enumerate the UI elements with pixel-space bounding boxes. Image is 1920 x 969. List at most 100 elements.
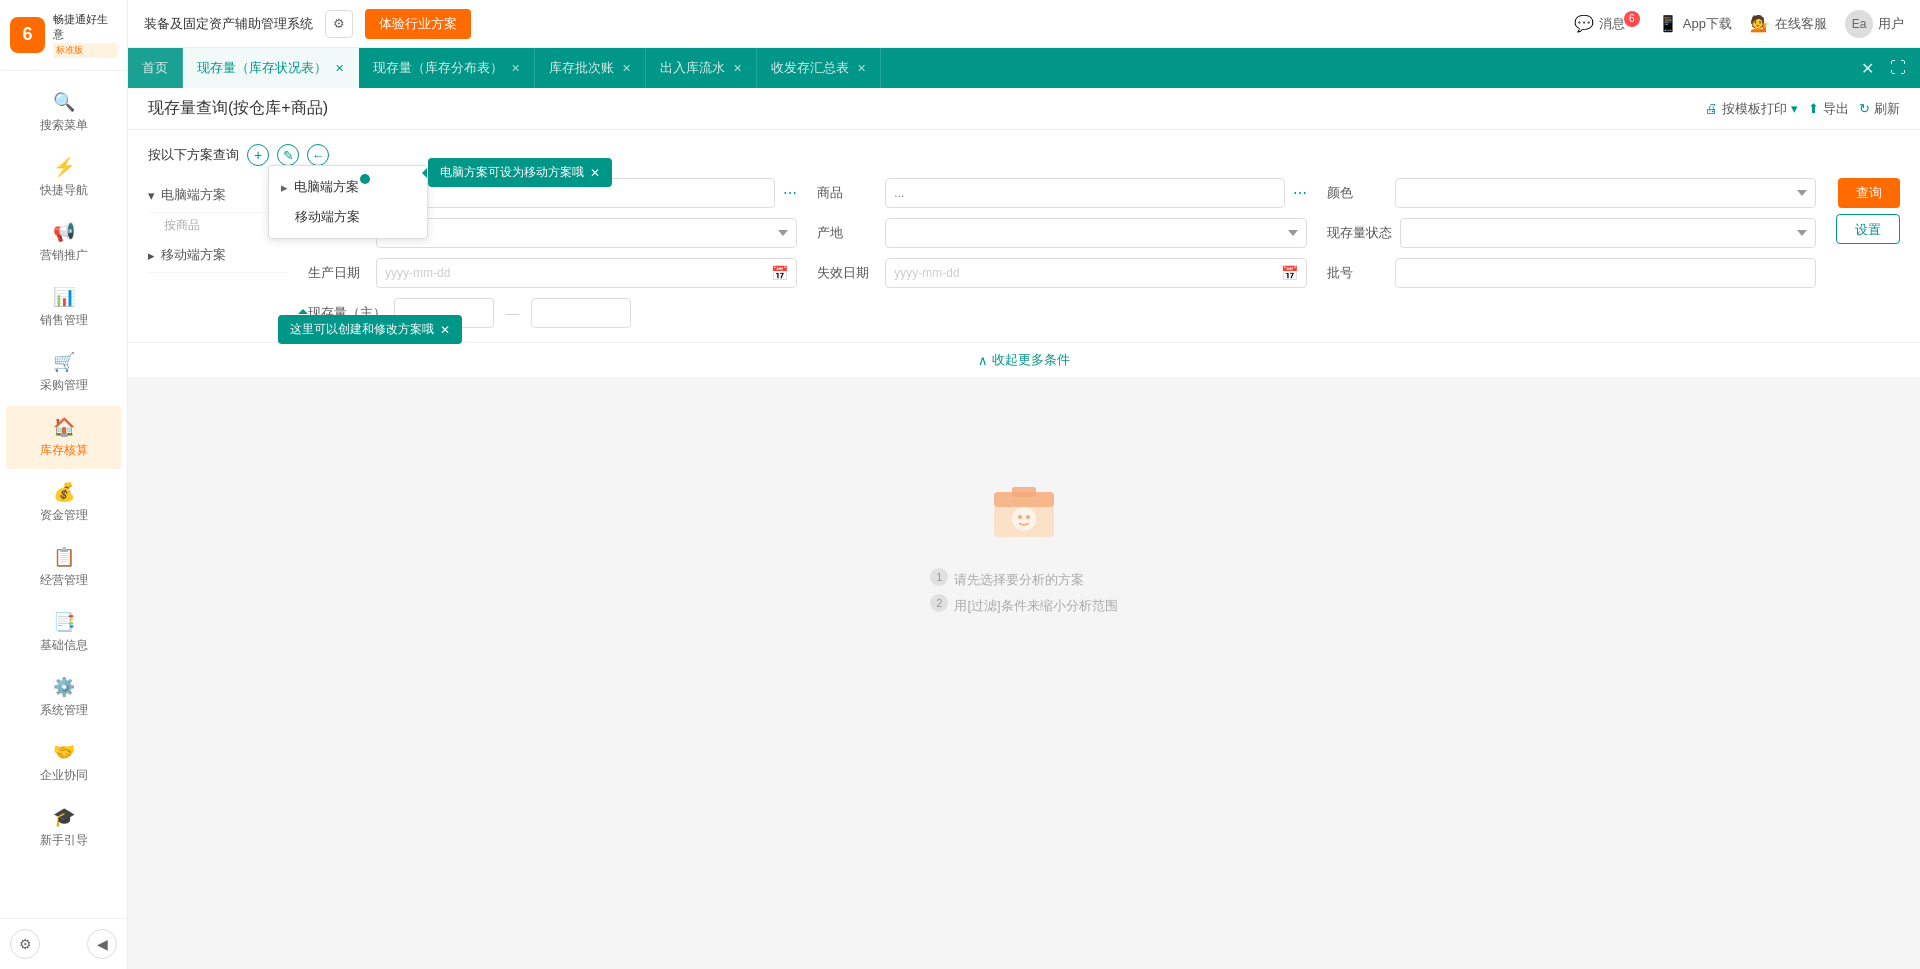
tab-collect-summary-close[interactable]: ✕ — [857, 62, 866, 75]
sidebar-item-label-inventory: 库存核算 — [40, 442, 88, 459]
tab-inventory-status-close[interactable]: ✕ — [335, 62, 344, 75]
sidebar-item-operation[interactable]: 📋 经营管理 — [6, 536, 121, 599]
sidebar-item-newbie[interactable]: 🎓 新手引导 — [6, 796, 121, 859]
settings-btn[interactable]: ⚙ — [10, 929, 40, 959]
sidebar-item-inventory[interactable]: 🏠 库存核算 — [6, 406, 121, 469]
sidebar-logo: 6 畅捷通好生意 标准版 — [0, 0, 127, 71]
tab-batch-account-label: 库存批次账 — [549, 59, 614, 77]
tip-item-2: 2 用[过滤]条件来缩小分析范围 — [930, 593, 1117, 619]
stock-status-select[interactable] — [1400, 218, 1816, 248]
tab-in-out-flow[interactable]: 出入库流水 ✕ — [646, 48, 757, 88]
tab-batch-account[interactable]: 库存批次账 ✕ — [535, 48, 646, 88]
scheme-item-mobile[interactable]: 移动端方案 — [269, 202, 427, 232]
edit-scheme-btn[interactable]: ✎ — [277, 144, 299, 166]
scheme-mobile-item[interactable]: ▸ 移动端方案 — [148, 238, 288, 273]
product-label: 商品 — [817, 184, 877, 202]
sales-icon: 📊 — [53, 286, 75, 308]
origin-select[interactable] — [885, 218, 1306, 248]
search-icon: 🔍 — [53, 91, 75, 113]
tab-collect-summary[interactable]: 收发存汇总表 ✕ — [757, 48, 881, 88]
color-select[interactable] — [1395, 178, 1816, 208]
tooltip-pc-scheme: 电脑方案可设为移动方案哦 ✕ — [428, 158, 612, 187]
warehouse-more-btn[interactable]: ⋯ — [783, 185, 797, 201]
scheme-section: ▾ 电脑端方案 按商品 ▸ 移动端方案 — [148, 178, 288, 342]
scheme-dropdown: ▸ 电脑端方案 移动端方案 — [268, 165, 428, 239]
collapse-btn[interactable]: ∧ 收起更多条件 — [128, 342, 1920, 377]
tab-inventory-status-label: 现存量（库存状况表） — [197, 59, 327, 77]
tabbar: 首页 现存量（库存状况表） ✕ 现存量（库存分布表） ✕ 库存批次账 ✕ 出入库… — [128, 48, 1920, 88]
finance-icon: 💰 — [53, 481, 75, 503]
calendar-icon-expire: 📅 — [1281, 265, 1298, 281]
add-scheme-btn[interactable]: + — [247, 144, 269, 166]
scheme-pc-item[interactable]: ▾ 电脑端方案 — [148, 178, 288, 213]
sidebar-item-finance[interactable]: 💰 资金管理 — [6, 471, 121, 534]
topbar-settings-btn[interactable]: ⚙ — [325, 10, 353, 38]
collapse-label: 收起更多条件 — [992, 351, 1070, 369]
print-dropdown-icon: ▾ — [1791, 101, 1798, 116]
export-icon: ⬆ — [1808, 101, 1819, 116]
system-icon: ⚙️ — [53, 676, 75, 698]
inventory-icon: 🏠 — [53, 416, 75, 438]
size-select[interactable] — [376, 218, 797, 248]
refresh-btn[interactable]: ↻ 刷新 — [1859, 100, 1900, 118]
collapse-sidebar-btn[interactable]: ◀ — [87, 929, 117, 959]
sidebar-item-purchase[interactable]: 🛒 采购管理 — [6, 341, 121, 404]
fullscreen-btn[interactable]: ⛶ — [1886, 55, 1910, 81]
filter-row-product: 商品 ⋯ — [817, 178, 1306, 208]
tooltip-create-scheme: 这里可以创建和修改方案哦 ✕ — [278, 315, 462, 344]
svg-rect-2 — [1012, 487, 1036, 497]
tab-in-out-flow-label: 出入库流水 — [660, 59, 725, 77]
search-btn[interactable]: 查询 — [1838, 178, 1900, 208]
sidebar-item-label-purchase: 采购管理 — [40, 377, 88, 394]
topbar-left: 装备及固定资产辅助管理系统 ⚙ 体验行业方案 — [144, 9, 471, 39]
empty-illustration — [974, 457, 1074, 557]
print-label: 按模板打印 — [1722, 100, 1787, 118]
export-label: 导出 — [1823, 100, 1849, 118]
back-scheme-btn[interactable]: ← — [307, 144, 329, 166]
sidebar-item-sales[interactable]: 📊 销售管理 — [6, 276, 121, 339]
prod-date-input[interactable]: yyyy-mm-dd 📅 — [376, 258, 797, 288]
sidebar-item-label-system: 系统管理 — [40, 702, 88, 719]
industry-btn[interactable]: 体验行业方案 — [365, 9, 471, 39]
export-btn[interactable]: ⬆ 导出 — [1808, 100, 1849, 118]
scheme-item-pc[interactable]: ▸ 电脑端方案 — [269, 172, 427, 202]
user-action[interactable]: Ea 用户 — [1845, 10, 1904, 38]
sidebar-item-basic[interactable]: 📑 基础信息 — [6, 601, 121, 664]
tab-in-out-flow-close[interactable]: ✕ — [733, 62, 742, 75]
sidebar-item-system[interactable]: ⚙️ 系统管理 — [6, 666, 121, 729]
batch-input[interactable] — [1395, 258, 1816, 288]
tab-home[interactable]: 首页 — [128, 48, 183, 88]
color-label: 颜色 — [1327, 184, 1387, 202]
sidebar-item-guide[interactable]: ⚡ 快捷导航 — [6, 146, 121, 209]
chevron-up-icon: ∧ — [978, 353, 988, 368]
topbar-right: 💬 消息 6 📱 App下载 💁 在线客服 Ea 用户 — [1574, 10, 1904, 38]
tab-inventory-dist[interactable]: 现存量（库存分布表） ✕ — [359, 48, 535, 88]
tip-num-1: 1 — [930, 568, 948, 586]
sidebar-item-marketing[interactable]: 📢 营销推广 — [6, 211, 121, 274]
tooltip-create-close[interactable]: ✕ — [440, 323, 450, 337]
tooltip-pc-close[interactable]: ✕ — [590, 166, 600, 180]
stock-main-separator: — — [502, 306, 523, 321]
app-download-action[interactable]: 📱 App下载 — [1658, 14, 1732, 33]
sidebar-item-label-guide: 快捷导航 — [40, 182, 88, 199]
expire-date-input[interactable]: yyyy-mm-dd 📅 — [885, 258, 1306, 288]
tab-inventory-status[interactable]: 现存量（库存状况表） ✕ — [183, 48, 359, 88]
message-action[interactable]: 💬 消息 6 — [1574, 14, 1640, 33]
marketing-icon: 📢 — [53, 221, 75, 243]
message-label: 消息 — [1599, 15, 1625, 33]
product-more-btn[interactable]: ⋯ — [1293, 185, 1307, 201]
sidebar-item-enterprise[interactable]: 🤝 企业协同 — [6, 731, 121, 794]
product-input[interactable] — [885, 178, 1284, 208]
close-all-tabs-btn[interactable]: ✕ — [1857, 55, 1878, 82]
online-service-action[interactable]: 💁 在线客服 — [1750, 14, 1827, 33]
print-icon: 🖨 — [1705, 101, 1718, 116]
sidebar-item-search[interactable]: 🔍 搜索菜单 — [6, 81, 121, 144]
tab-batch-account-close[interactable]: ✕ — [622, 62, 631, 75]
reset-btn[interactable]: 设置 — [1836, 214, 1900, 244]
scheme-mobile-label: 移动端方案 — [281, 208, 360, 226]
stock-main-to-input[interactable] — [531, 298, 631, 328]
page-header: 现存量查询(按仓库+商品) 🖨 按模板打印 ▾ ⬆ 导出 ↻ 刷新 — [128, 88, 1920, 130]
print-btn[interactable]: 🖨 按模板打印 ▾ — [1705, 100, 1798, 118]
expire-date-placeholder: yyyy-mm-dd — [894, 266, 959, 280]
tab-inventory-dist-close[interactable]: ✕ — [511, 62, 520, 75]
